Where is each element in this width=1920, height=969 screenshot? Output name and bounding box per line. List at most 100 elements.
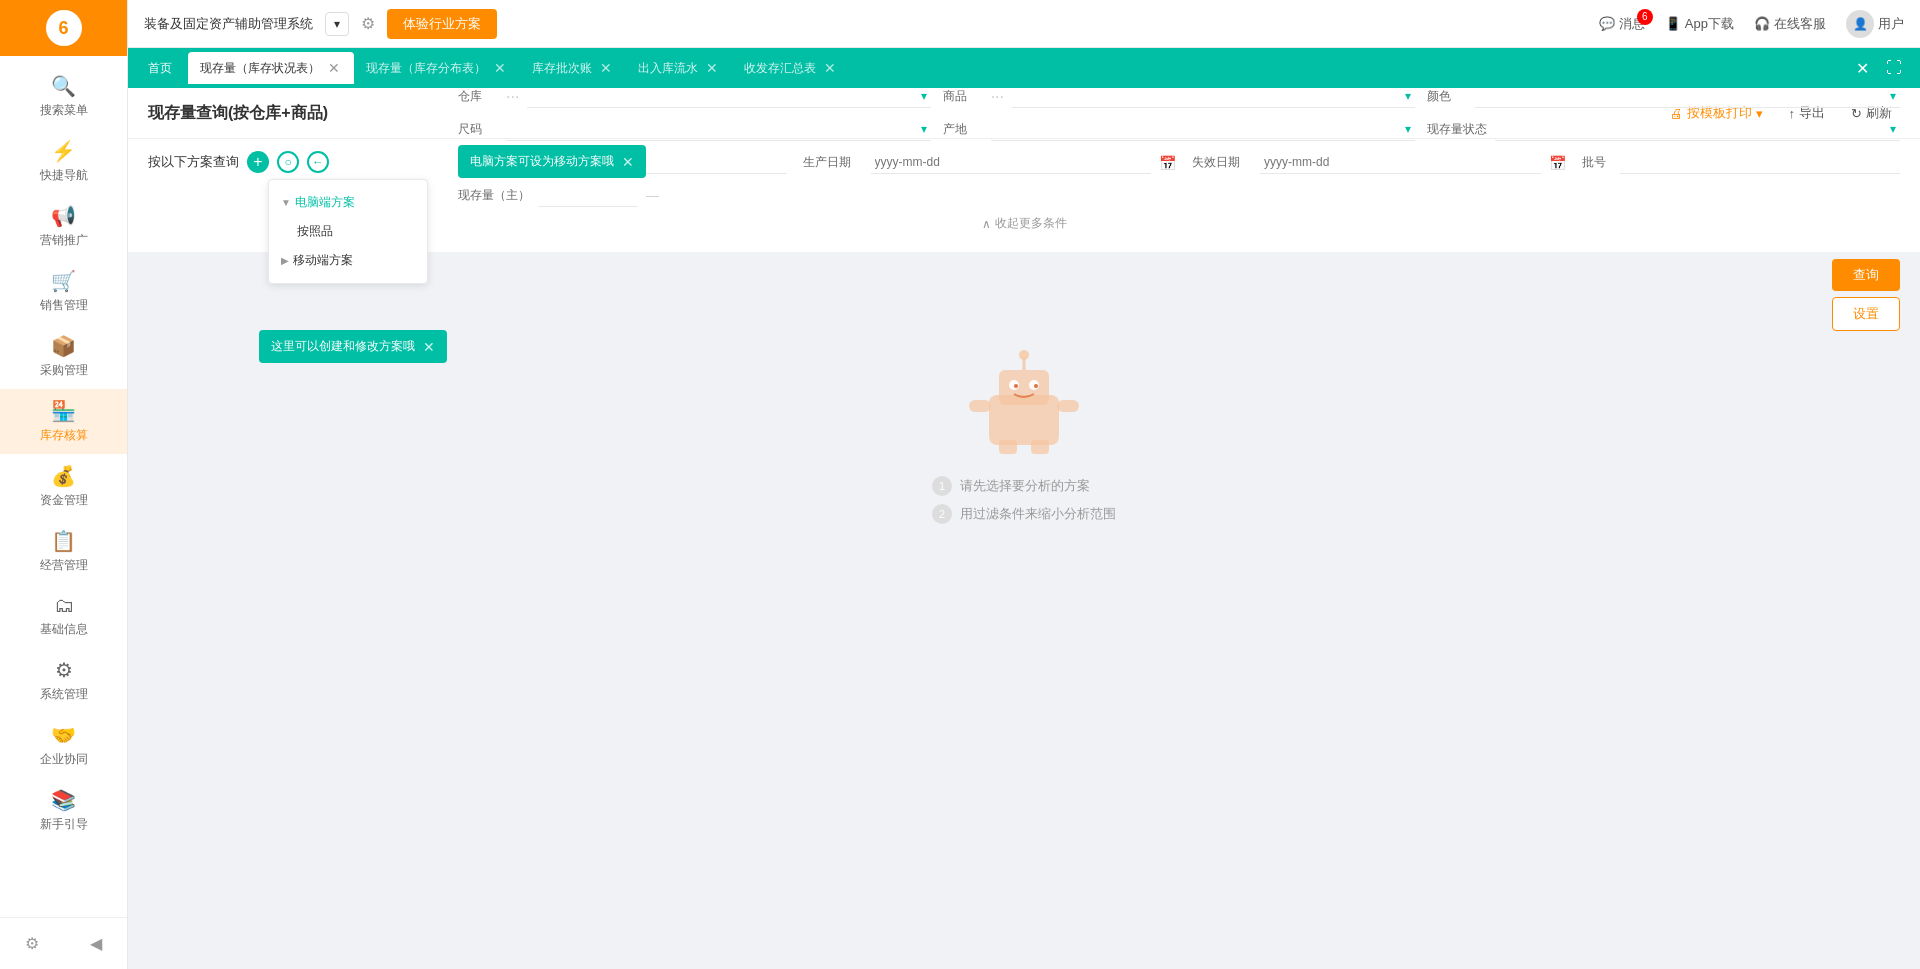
tab-inventory-status-close[interactable]: ✕ [326,60,342,76]
size-label: 尺码 [458,121,498,138]
sidebar-item-label: 搜索菜单 [40,102,88,119]
filter-qty-row: 现存量（主） — [458,184,1900,207]
filter-field-warehouse: 仓库 ··· ▾ [458,88,931,108]
logo-brand-icon: 6 [58,18,68,39]
tab-inventory-dist-close[interactable]: ✕ [492,60,508,76]
add-scheme-button[interactable]: + [247,151,269,173]
tab-in-out-flow[interactable]: 出入库流水 ✕ [626,52,732,84]
app-download-item[interactable]: 📱 App下载 [1665,15,1734,33]
step-1-number: 1 [932,476,952,496]
sidebar-item-quick-nav[interactable]: ⚡ 快捷导航 [0,129,127,194]
warehouse-dots[interactable]: ··· [506,88,519,106]
reset-button[interactable]: 设置 [1832,297,1900,331]
tab-home-label: 首页 [148,60,172,77]
sidebar-item-sales[interactable]: 🛒 销售管理 [0,259,127,324]
tab-inventory-status-label: 现存量（库存状况表） [200,60,320,77]
collapse-label: 收起更多条件 [995,215,1067,232]
qty-separator: — [646,188,659,203]
scheme-item-mobile[interactable]: ▶ 移动端方案 [269,246,427,275]
phone-icon: 📱 [1665,16,1681,31]
tab-collect-summary-label: 收发存汇总表 [744,60,816,77]
tab-batch-account[interactable]: 库存批次账 ✕ [520,52,626,84]
tooltip-create-close[interactable]: ✕ [423,339,435,355]
back-scheme-button[interactable]: ← [307,151,329,173]
empty-state: 1 请先选择要分析的方案 2 用过滤条件来缩小分析范围 [128,260,1920,604]
filter-label: 按以下方案查询 [148,153,239,171]
support-icon: 🎧 [1754,16,1770,31]
filter-row-1: 仓库 ··· ▾ 商品 ··· ▾ [458,88,1900,108]
app-title: 装备及固定资产辅助管理系统 [144,15,313,33]
maximize-button[interactable]: ⛶ [1880,54,1908,82]
app-title-select[interactable]: ▾ [325,12,349,36]
goods-select[interactable]: ▾ [1012,88,1415,108]
finance-icon: 💰 [51,464,76,488]
sidebar-item-operation[interactable]: 📋 经营管理 [0,519,127,584]
scheme-item-default[interactable]: 按照品 [269,217,427,246]
warehouse-select[interactable]: ▾ [527,88,930,108]
sidebar-item-marketing[interactable]: 📢 营销推广 [0,194,127,259]
search-button[interactable]: 查询 [1832,259,1900,291]
stock-status-select[interactable]: ▾ [1495,118,1900,141]
qty-label: 现存量（主） [458,187,530,204]
settings-button[interactable]: ⚙ [21,930,43,957]
sidebar-item-label: 资金管理 [40,492,88,509]
sidebar-logo: 6 [0,0,127,56]
sidebar-item-label: 新手引导 [40,816,88,833]
origin-dropdown-icon: ▾ [1405,122,1411,136]
size-select[interactable]: ▾ [506,118,931,141]
sidebar-item-system[interactable]: ⚙ 系统管理 [0,648,127,713]
filter-field-stock-status: 现存量状态 ▾ [1427,118,1900,141]
topbar-right: 💬 消息 6 📱 App下载 🎧 在线客服 👤 用户 [1599,10,1904,38]
color-label: 颜色 [1427,88,1467,105]
scheme-item-pc[interactable]: ▼ 电脑端方案 [269,188,427,217]
tab-home[interactable]: 首页 [132,52,188,84]
sidebar-nav: 🔍 搜索菜单 ⚡ 快捷导航 📢 营销推广 🛒 销售管理 📦 采购管理 🏪 库存核… [0,56,127,917]
user-item[interactable]: 👤 用户 [1846,10,1904,38]
origin-select[interactable]: ▾ [991,118,1416,141]
sidebar-item-inventory[interactable]: 🏪 库存核算 [0,389,127,454]
sidebar-item-purchase[interactable]: 📦 采购管理 [0,324,127,389]
user-label: 用户 [1878,15,1904,33]
trial-button[interactable]: 体验行业方案 [387,9,497,39]
topbar: 装备及固定资产辅助管理系统 ▾ ⚙ 体验行业方案 💬 消息 6 📱 App下载 … [128,0,1920,48]
sidebar-item-search-menu[interactable]: 🔍 搜索菜单 [0,64,127,129]
filter-field-color: 颜色 ▾ [1427,88,1900,108]
sidebar-item-enterprise[interactable]: 🤝 企业协同 [0,713,127,778]
close-all-tabs-button[interactable]: ✕ [1848,54,1876,82]
main-area: 装备及固定资产辅助管理系统 ▾ ⚙ 体验行业方案 💬 消息 6 📱 App下载 … [128,0,1920,969]
empty-step-1: 1 请先选择要分析的方案 [932,476,1116,496]
step-1-text: 请先选择要分析的方案 [960,477,1090,495]
tab-inventory-dist-label: 现存量（库存分布表） [366,60,486,77]
tooltip-pc-mobile-close[interactable]: ✕ [622,154,634,170]
svg-rect-10 [999,440,1017,454]
sidebar-item-finance[interactable]: 💰 资金管理 [0,454,127,519]
svg-point-5 [1034,384,1038,388]
tab-collect-summary[interactable]: 收发存汇总表 ✕ [732,52,850,84]
app-title-select-arrow: ▾ [334,17,340,31]
color-select[interactable]: ▾ [1475,88,1900,108]
qty-from-input[interactable] [538,184,638,207]
tab-collect-summary-close[interactable]: ✕ [822,60,838,76]
tab-batch-account-close[interactable]: ✕ [598,60,614,76]
user-avatar: 👤 [1846,10,1874,38]
color-dropdown-icon: ▾ [1890,89,1896,103]
sidebar-item-basic-info[interactable]: 🗂 基础信息 [0,584,127,648]
topbar-gear-icon[interactable]: ⚙ [361,14,375,33]
svg-rect-9 [1057,400,1079,412]
online-support-item[interactable]: 🎧 在线客服 [1754,15,1826,33]
sidebar-item-label: 销售管理 [40,297,88,314]
stock-status-label: 现存量状态 [1427,121,1487,138]
notification-item[interactable]: 💬 消息 6 [1599,15,1645,33]
tab-inventory-status[interactable]: 现存量（库存状况表） ✕ [188,52,354,84]
operation-icon: 📋 [51,529,76,553]
tab-inventory-dist[interactable]: 现存量（库存分布表） ✕ [354,52,520,84]
sidebar-item-guide[interactable]: 📚 新手引导 [0,778,127,843]
edit-scheme-button[interactable]: ○ [277,151,299,173]
message-icon: 💬 [1599,16,1615,31]
goods-dots[interactable]: ··· [991,88,1004,106]
collapse-sidebar-button[interactable]: ◀ [86,930,106,957]
collapse-up-icon: ∧ [982,217,991,231]
search-buttons: 查询 设置 [1832,259,1900,331]
enterprise-icon: 🤝 [51,723,76,747]
tab-in-out-flow-close[interactable]: ✕ [704,60,720,76]
